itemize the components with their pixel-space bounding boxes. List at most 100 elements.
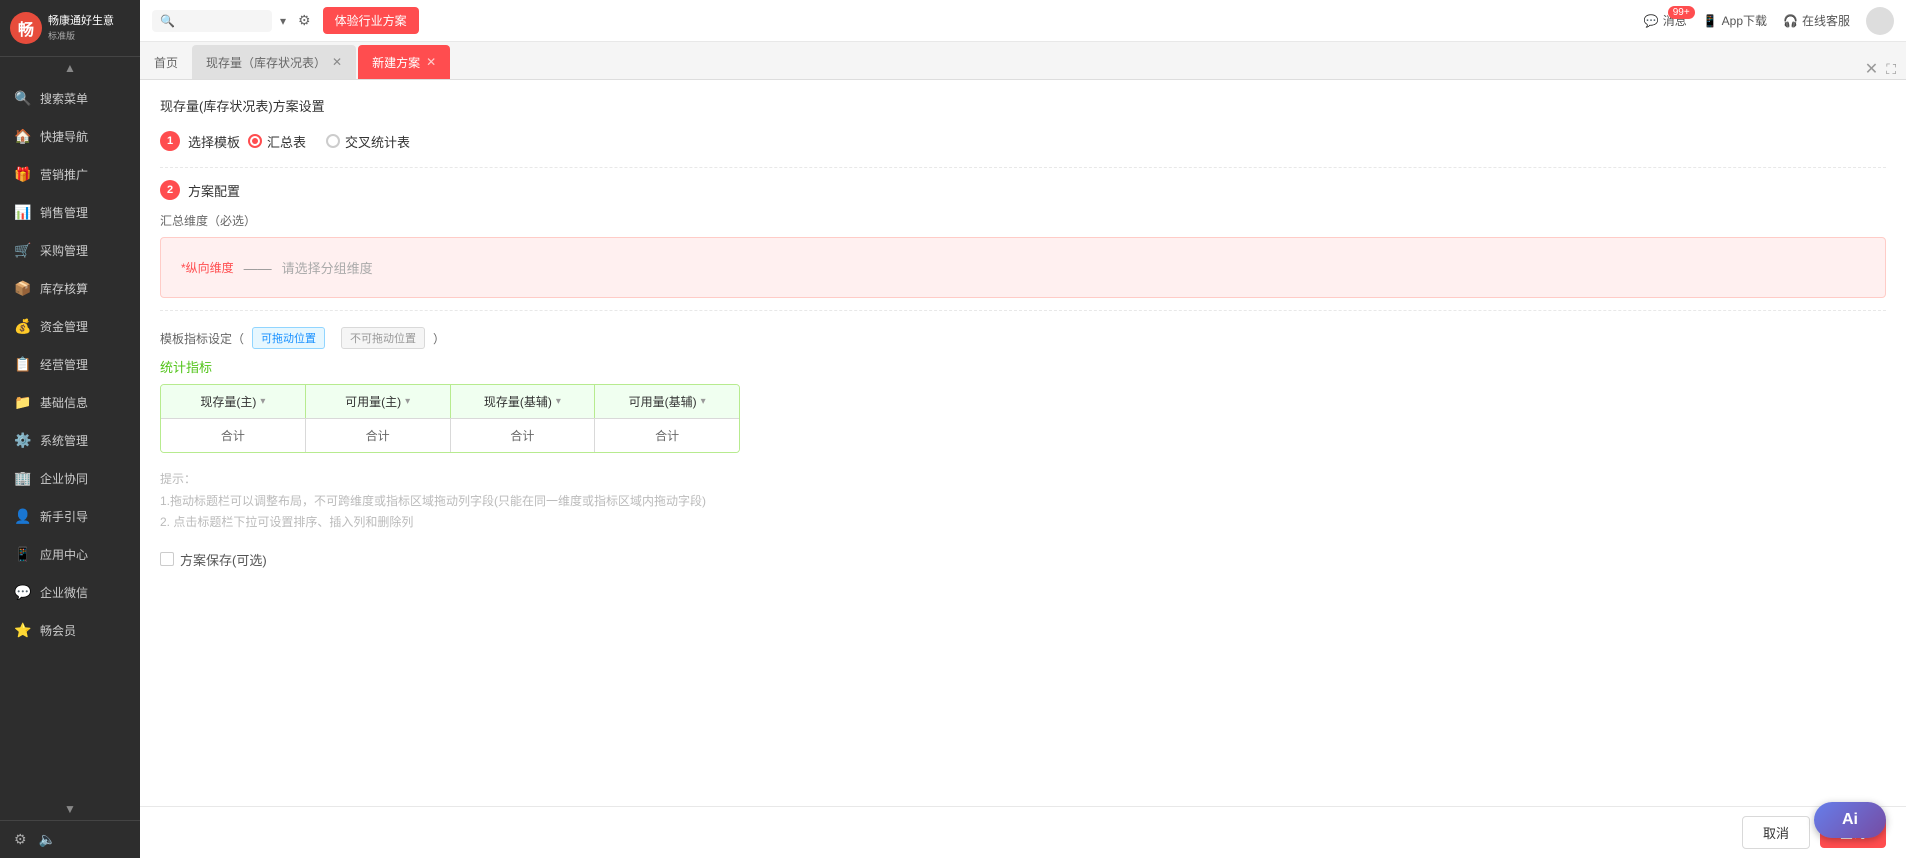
sound-icon[interactable]: 🔈	[39, 831, 56, 848]
search-icon: 🔍	[160, 14, 175, 28]
sidebar-item-purchase[interactable]: 🛒 采购管理	[0, 231, 140, 269]
save-option: 方案保存(可选)	[160, 550, 1886, 569]
message-badge: 99+	[1668, 6, 1695, 19]
sidebar-item-label: 营销推广	[40, 166, 88, 183]
stat-table-header: 现存量(主) ▾ 可用量(主) ▾ 现存量(基辅) ▾	[161, 385, 739, 418]
radio-cross[interactable]: 交叉统计表	[326, 132, 410, 151]
tips-item-0: 1.拖动标题栏可以调整布局，不可跨维度或指标区域拖动列字段(只能在同一维度或指标…	[160, 491, 1886, 513]
sidebar-scroll-down[interactable]: ▼	[64, 802, 76, 816]
dimension-label: 汇总维度（必选）	[160, 212, 1886, 229]
app-center-icon: 📱	[14, 545, 32, 563]
sidebar-item-basic-info[interactable]: 📁 基础信息	[0, 383, 140, 421]
sidebar-item-label: 搜索菜单	[40, 90, 88, 107]
col-header-0[interactable]: 现存量(主) ▾	[161, 385, 306, 418]
tab-home[interactable]: 首页	[140, 45, 192, 79]
tips-item-1: 2. 点击标题栏下拉可设置排序、插入列和删除列	[160, 512, 1886, 534]
tab-inventory-status[interactable]: 现存量（库存状况表） ✕	[192, 45, 356, 79]
sidebar-item-label: 系统管理	[40, 432, 88, 449]
inventory-icon: 📦	[14, 279, 32, 297]
sidebar-item-operations[interactable]: 📋 经营管理	[0, 345, 140, 383]
sidebar-scroll-up[interactable]: ▲	[64, 61, 76, 75]
topbar-dropdown[interactable]: ▾	[280, 14, 286, 28]
sidebar-nav: 🔍 搜索菜单 🏠 快捷导航 🎁 营销推广 📊 销售管理 🛒 采购管理 📦 库存核…	[0, 79, 140, 798]
save-option-label: 方案保存(可选)	[180, 550, 267, 569]
col-header-1[interactable]: 可用量(主) ▾	[306, 385, 451, 418]
sidebar-logo: 畅 畅康通好生意 标准版	[0, 0, 140, 57]
sidebar-item-app-center[interactable]: 📱 应用中心	[0, 535, 140, 573]
radio-summary-circle	[248, 134, 262, 148]
tab-new-plan-close-icon[interactable]: ✕	[426, 55, 436, 69]
logo-icon: 畅	[10, 12, 42, 44]
app-download-label: App下载	[1722, 12, 1767, 29]
purchase-icon: 🛒	[14, 241, 32, 259]
search-menu-icon: 🔍	[14, 89, 32, 107]
operations-icon: 📋	[14, 355, 32, 373]
quick-nav-icon: 🏠	[14, 127, 32, 145]
tab-new-plan[interactable]: 新建方案 ✕	[358, 45, 450, 79]
radio-summary[interactable]: 汇总表	[248, 132, 306, 151]
tips-section: 提示： 1.拖动标题栏可以调整布局，不可跨维度或指标区域拖动列字段(只能在同一维…	[160, 469, 1886, 534]
sidebar-item-finance[interactable]: 💰 资金管理	[0, 307, 140, 345]
sidebar-item-wechat[interactable]: 💬 企业微信	[0, 573, 140, 611]
guide-icon: 👤	[14, 507, 32, 525]
app-download-button[interactable]: 📱 App下载	[1703, 12, 1767, 29]
tab-expand-icon[interactable]: ⛶	[1886, 61, 1896, 78]
sidebar-item-guide[interactable]: 👤 新手引导	[0, 497, 140, 535]
sidebar-item-enterprise[interactable]: 🏢 企业协同	[0, 459, 140, 497]
sidebar-item-inventory[interactable]: 📦 库存核算	[0, 269, 140, 307]
settings-icon[interactable]: ⚙	[14, 831, 27, 848]
online-service-button[interactable]: 🎧 在线客服	[1783, 12, 1850, 29]
message-button[interactable]: 💬 消息 99+	[1644, 12, 1687, 29]
sidebar-item-search-menu[interactable]: 🔍 搜索菜单	[0, 79, 140, 117]
sidebar-bottom: ⚙ 🔈	[0, 820, 140, 858]
radio-cross-circle	[326, 134, 340, 148]
online-service-label: 在线客服	[1802, 12, 1850, 29]
search-box[interactable]: 🔍	[152, 10, 272, 32]
sidebar-item-label: 企业微信	[40, 584, 88, 601]
sidebar-item-sales[interactable]: 📊 销售管理	[0, 193, 140, 231]
tab-close-all-icon[interactable]: ✕	[1865, 59, 1878, 79]
indicators-label: 模板指标设定（ 可拖动位置 不可拖动位置 ）	[160, 327, 1886, 349]
section-num-1: 1	[160, 131, 180, 151]
main-area: 🔍 ▾ ⚙ 体验行业方案 💬 消息 99+ 📱 App下载 🎧 在线客服	[140, 0, 1906, 858]
basic-info-icon: 📁	[14, 393, 32, 411]
chevron-down-icon-1: ▾	[405, 396, 410, 407]
app-download-icon: 📱	[1703, 14, 1718, 28]
sidebar-item-marketing[interactable]: 🎁 营销推广	[0, 155, 140, 193]
dimension-arrow: ——	[244, 260, 272, 276]
cancel-button[interactable]: 取消	[1742, 816, 1810, 849]
stat-table: 现存量(主) ▾ 可用量(主) ▾ 现存量(基辅) ▾	[160, 384, 740, 453]
stat-table-body: 合计 合计 合计 合计	[161, 418, 739, 452]
sidebar-item-label: 经营管理	[40, 356, 88, 373]
search-input[interactable]	[179, 14, 259, 28]
topbar-settings-icon[interactable]: ⚙	[298, 12, 311, 29]
ai-float-button[interactable]: Ai	[1814, 802, 1886, 838]
sidebar-item-system[interactable]: ⚙️ 系统管理	[0, 421, 140, 459]
dimension-box[interactable]: *纵向维度 —— 请选择分组维度	[160, 237, 1886, 298]
tips-title: 提示：	[160, 472, 196, 486]
col-header-2[interactable]: 现存量(基辅) ▾	[451, 385, 596, 418]
sidebar-item-quick-nav[interactable]: 🏠 快捷导航	[0, 117, 140, 155]
col-header-3[interactable]: 可用量(基辅) ▾	[595, 385, 739, 418]
dimension-required-text: *纵向维度	[181, 259, 234, 276]
dimension-placeholder: 请选择分组维度	[282, 258, 373, 277]
sidebar-item-label: 资金管理	[40, 318, 88, 335]
tab-inventory-close-icon[interactable]: ✕	[332, 55, 342, 69]
indicators-section: 模板指标设定（ 可拖动位置 不可拖动位置 ） 统计指标 现存量(主) ▾	[160, 327, 1886, 453]
section-choose-template: 1 选择模板 汇总表 交叉统计表	[160, 131, 1886, 151]
sidebar-item-label: 基础信息	[40, 394, 88, 411]
sales-icon: 📊	[14, 203, 32, 221]
sidebar: 畅 畅康通好生意 标准版 ▲ 🔍 搜索菜单 🏠 快捷导航 🎁 营销推广 📊 销售…	[0, 0, 140, 858]
sidebar-item-label: 库存核算	[40, 280, 88, 297]
marketing-icon: 🎁	[14, 165, 32, 183]
bottom-bar: 取消 查询	[140, 806, 1906, 858]
wechat-icon: 💬	[14, 583, 32, 601]
sidebar-item-member[interactable]: ⭐ 畅会员	[0, 611, 140, 649]
sidebar-item-label: 采购管理	[40, 242, 88, 259]
topbar-right: 💬 消息 99+ 📱 App下载 🎧 在线客服	[1644, 7, 1894, 35]
trial-industry-button[interactable]: 体验行业方案	[323, 7, 419, 34]
save-checkbox[interactable]	[160, 552, 174, 566]
col-body-2: 合计	[451, 418, 596, 452]
user-avatar[interactable]	[1866, 7, 1894, 35]
draggable-badge: 可拖动位置	[252, 327, 325, 349]
